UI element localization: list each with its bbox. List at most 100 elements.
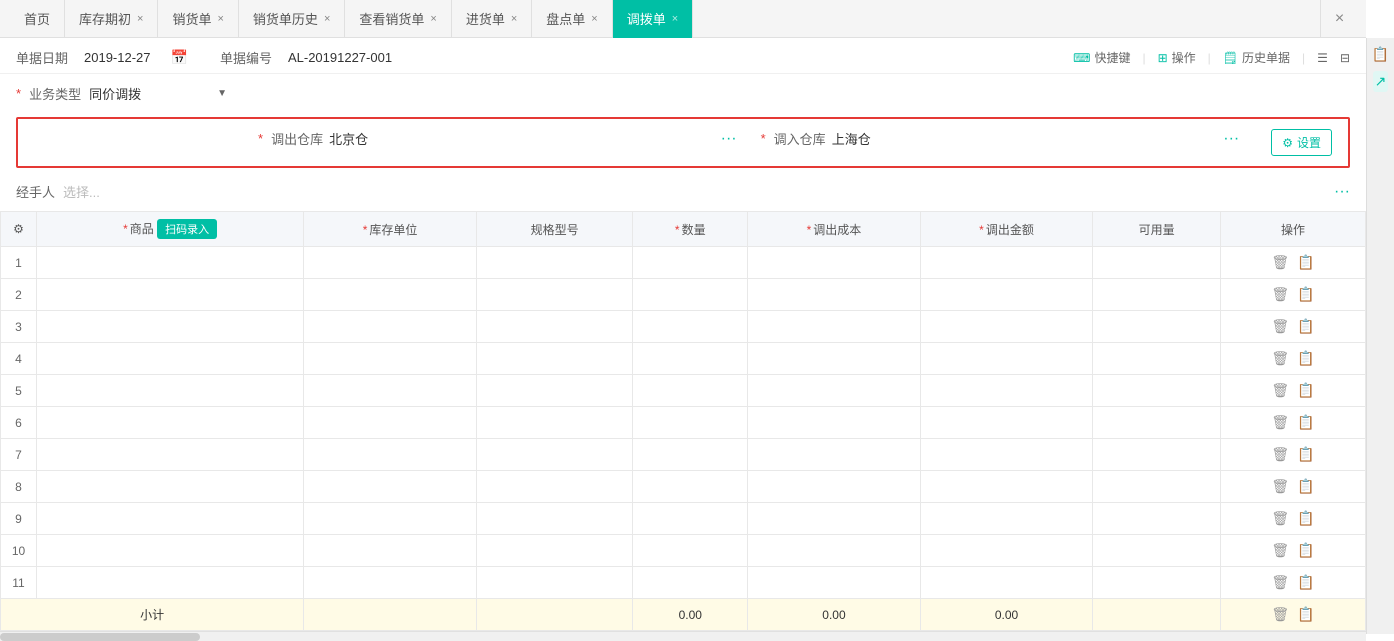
shortcuts-button[interactable]: ⌨ 快捷键 <box>1073 49 1130 66</box>
tab-stocktake-close[interactable]: × <box>591 13 597 25</box>
copy-icon-10[interactable]: 📋 <box>1297 542 1314 559</box>
scrollbar-thumb[interactable] <box>0 633 200 641</box>
agent-more[interactable]: ··· <box>1334 183 1350 201</box>
tab-transfer[interactable]: 调拨单 × <box>613 0 693 38</box>
delete-icon-10[interactable]: 🗑 <box>1271 542 1289 559</box>
row-cost-11[interactable] <box>748 567 921 599</box>
delete-icon-11[interactable]: 🗑 <box>1271 574 1289 591</box>
row-product-11[interactable] <box>37 567 304 599</box>
row-spec-10[interactable] <box>476 535 633 567</box>
delete-icon-9[interactable]: 🗑 <box>1271 510 1289 527</box>
agent-select[interactable]: 选择... <box>63 182 100 201</box>
row-amount-1[interactable] <box>920 247 1093 279</box>
row-cost-10[interactable] <box>748 535 921 567</box>
copy-icon-11[interactable]: 📋 <box>1297 574 1314 591</box>
copy-icon-9[interactable]: 📋 <box>1297 510 1314 527</box>
horizontal-scrollbar[interactable] <box>0 631 1366 641</box>
row-spec-9[interactable] <box>476 503 633 535</box>
row-available-10[interactable] <box>1093 535 1221 567</box>
row-spec-11[interactable] <box>476 567 633 599</box>
row-available-11[interactable] <box>1093 567 1221 599</box>
row-qty-3[interactable] <box>633 311 748 343</box>
copy-icon-4[interactable]: 📋 <box>1297 350 1314 367</box>
tab-view-sales[interactable]: 查看销货单 × <box>345 0 451 38</box>
row-qty-4[interactable] <box>633 343 748 375</box>
tab-sales-history-close[interactable]: × <box>324 13 330 25</box>
row-cost-7[interactable] <box>748 439 921 471</box>
row-cost-9[interactable] <box>748 503 921 535</box>
row-available-7[interactable] <box>1093 439 1221 471</box>
row-amount-10[interactable] <box>920 535 1093 567</box>
row-cost-4[interactable] <box>748 343 921 375</box>
delete-icon-8[interactable]: 🗑 <box>1271 478 1289 495</box>
tab-stocktake[interactable]: 盘点单 × <box>532 0 612 38</box>
history-button[interactable]: 🗒 历史单据 <box>1223 49 1290 66</box>
delete-icon-5[interactable]: 🗑 <box>1271 382 1289 399</box>
operations-button[interactable]: ⊞ 操作 <box>1158 49 1196 66</box>
transfer-out-value[interactable]: 北京仓 <box>329 129 409 148</box>
tab-sales-order-close[interactable]: × <box>217 13 223 25</box>
row-qty-6[interactable] <box>633 407 748 439</box>
row-amount-2[interactable] <box>920 279 1093 311</box>
delete-icon-6[interactable]: 🗑 <box>1271 414 1289 431</box>
row-unit-6[interactable] <box>304 407 477 439</box>
row-spec-5[interactable] <box>476 375 633 407</box>
row-product-6[interactable] <box>37 407 304 439</box>
row-unit-5[interactable] <box>304 375 477 407</box>
copy-icon-8[interactable]: 📋 <box>1297 478 1314 495</box>
row-product-1[interactable] <box>37 247 304 279</box>
row-available-8[interactable] <box>1093 471 1221 503</box>
row-available-9[interactable] <box>1093 503 1221 535</box>
row-amount-3[interactable] <box>920 311 1093 343</box>
calendar-icon[interactable]: 📅 <box>171 49 188 66</box>
row-spec-1[interactable] <box>476 247 633 279</box>
tab-home[interactable]: 首页 <box>8 0 65 38</box>
tab-purchase-order[interactable]: 进货单 × <box>452 0 532 38</box>
row-product-10[interactable] <box>37 535 304 567</box>
row-cost-1[interactable] <box>748 247 921 279</box>
row-available-1[interactable] <box>1093 247 1221 279</box>
tab-view-sales-close[interactable]: × <box>430 13 436 25</box>
row-unit-9[interactable] <box>304 503 477 535</box>
row-spec-2[interactable] <box>476 279 633 311</box>
row-cost-6[interactable] <box>748 407 921 439</box>
row-spec-6[interactable] <box>476 407 633 439</box>
row-amount-4[interactable] <box>920 343 1093 375</box>
col-gear[interactable]: ⚙ <box>1 212 37 247</box>
row-cost-2[interactable] <box>748 279 921 311</box>
row-product-5[interactable] <box>37 375 304 407</box>
biz-value[interactable]: 同价调拨 <box>89 84 209 103</box>
row-cost-3[interactable] <box>748 311 921 343</box>
row-unit-8[interactable] <box>304 471 477 503</box>
row-qty-8[interactable] <box>633 471 748 503</box>
row-cost-5[interactable] <box>748 375 921 407</box>
row-unit-4[interactable] <box>304 343 477 375</box>
row-qty-10[interactable] <box>633 535 748 567</box>
biz-dropdown-icon[interactable]: ▼ <box>217 88 227 99</box>
row-product-2[interactable] <box>37 279 304 311</box>
sidebar-notes-icon[interactable]: 📋 <box>1372 46 1389 63</box>
row-available-2[interactable] <box>1093 279 1221 311</box>
sidebar-expand-icon[interactable]: ↗ <box>1373 71 1389 92</box>
row-unit-1[interactable] <box>304 247 477 279</box>
tab-sales-history[interactable]: 销货单历史 × <box>239 0 345 38</box>
row-available-3[interactable] <box>1093 311 1221 343</box>
row-product-4[interactable] <box>37 343 304 375</box>
row-amount-5[interactable] <box>920 375 1093 407</box>
tab-purchase-order-close[interactable]: × <box>511 13 517 25</box>
row-product-3[interactable] <box>37 311 304 343</box>
row-product-8[interactable] <box>37 471 304 503</box>
transfer-in-value[interactable]: 上海仓 <box>832 129 912 148</box>
copy-icon-7[interactable]: 📋 <box>1297 446 1314 463</box>
tab-transfer-close[interactable]: × <box>672 13 678 25</box>
row-spec-3[interactable] <box>476 311 633 343</box>
row-amount-7[interactable] <box>920 439 1093 471</box>
row-available-4[interactable] <box>1093 343 1221 375</box>
row-qty-9[interactable] <box>633 503 748 535</box>
row-unit-11[interactable] <box>304 567 477 599</box>
settings-button[interactable]: ⚙ 设置 <box>1271 129 1332 156</box>
delete-icon-1[interactable]: 🗑 <box>1271 254 1289 271</box>
row-product-7[interactable] <box>37 439 304 471</box>
delete-icon-7[interactable]: 🗑 <box>1271 446 1289 463</box>
row-unit-3[interactable] <box>304 311 477 343</box>
